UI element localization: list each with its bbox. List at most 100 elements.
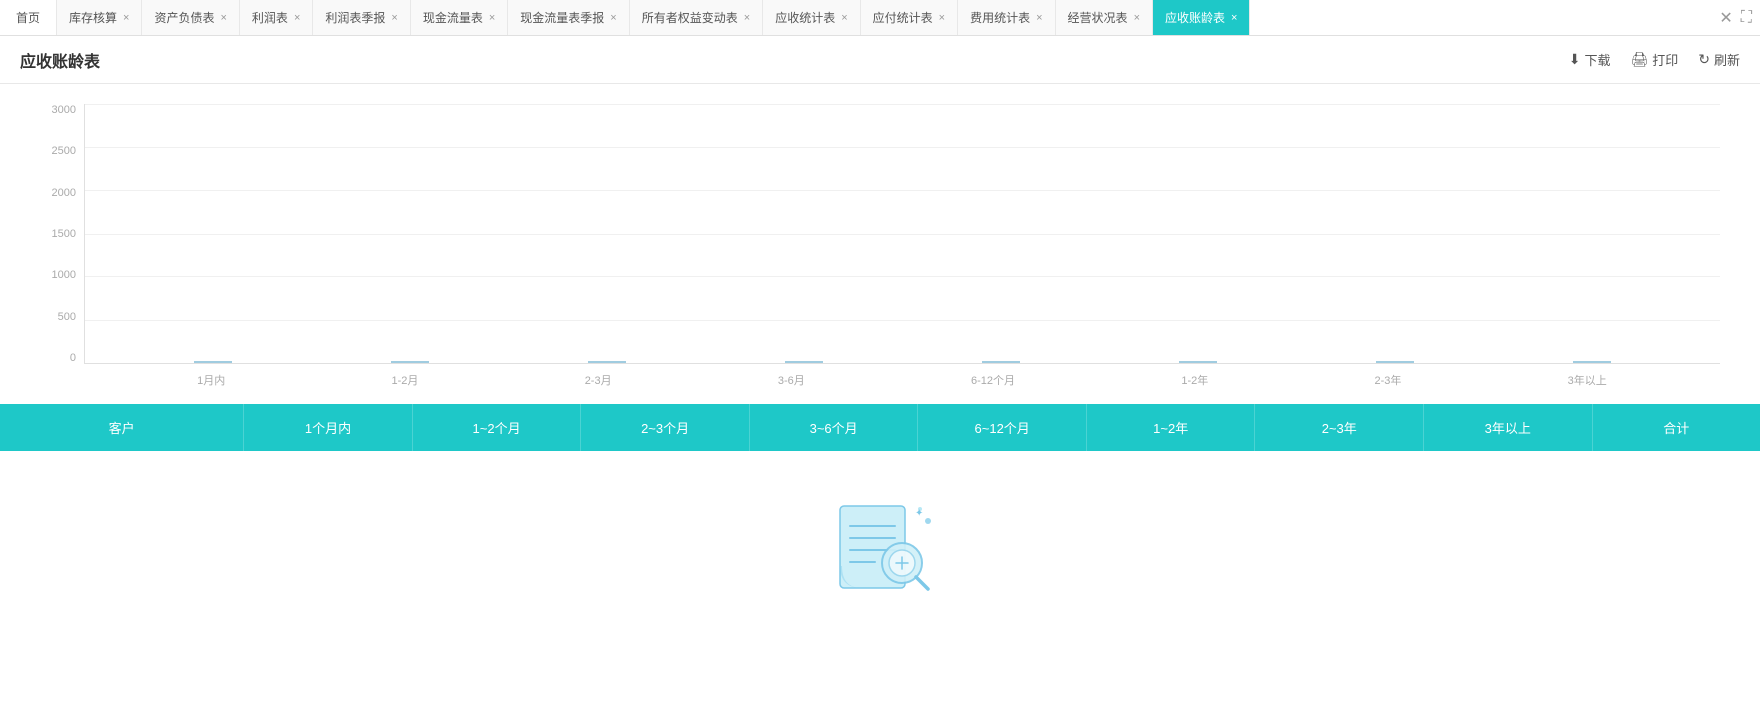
grid-line-3 <box>85 234 1720 235</box>
tab-profit-label: 利润表 <box>252 9 288 26</box>
y-label-0: 0 <box>40 352 76 364</box>
tab-profit[interactable]: 利润表 × <box>240 0 313 36</box>
bar-group-6 <box>1179 361 1217 363</box>
chart-body <box>84 104 1720 364</box>
x-label-5: 6-12个月 <box>971 372 1015 388</box>
tab-ar-aging[interactable]: 应收账龄表 × <box>1153 0 1250 36</box>
print-icon: 🖨 <box>1630 51 1648 68</box>
x-label-6: 1-2年 <box>1181 372 1208 388</box>
bar-1 <box>194 361 232 363</box>
tab-ap-stat[interactable]: 应付统计表 × <box>861 0 958 36</box>
bar-2 <box>391 361 429 363</box>
y-label-3000: 3000 <box>40 104 76 116</box>
x-label-8: 3年以上 <box>1568 372 1607 388</box>
tab-inventory[interactable]: 库存核算 × <box>57 0 142 36</box>
tab-ap-stat-label: 应付统计表 <box>873 9 933 26</box>
refresh-icon: ↻ <box>1698 51 1710 68</box>
tab-inventory-label: 库存核算 <box>69 9 117 26</box>
tab-cashflow-label: 现金流量表 <box>423 9 483 26</box>
main-content: 0 500 1000 1500 2000 2500 3000 <box>0 84 1760 720</box>
col-header-3y-plus: 3年以上 <box>1424 404 1593 451</box>
tab-equity-label: 所有者权益变动表 <box>642 9 738 26</box>
y-label-500: 500 <box>40 311 76 323</box>
tab-cashflow-quarterly-close[interactable]: × <box>610 12 616 24</box>
tab-equity-close[interactable]: × <box>744 12 750 24</box>
col-header-3-6m: 3~6个月 <box>750 404 919 451</box>
tab-ar-stat[interactable]: 应收统计表 × <box>763 0 860 36</box>
tab-home-label: 首页 <box>16 9 40 26</box>
chart-area: 0 500 1000 1500 2000 2500 3000 <box>0 84 1760 404</box>
bar-group-8 <box>1573 361 1611 363</box>
refresh-label: 刷新 <box>1714 50 1740 69</box>
download-button[interactable]: ⬇ 下载 <box>1569 50 1611 69</box>
tab-cashflow[interactable]: 现金流量表 × <box>411 0 508 36</box>
tab-profit-close[interactable]: × <box>294 12 300 24</box>
x-label-3: 2-3月 <box>585 372 612 388</box>
tab-expense-stat-close[interactable]: × <box>1036 12 1042 24</box>
refresh-button[interactable]: ↻ 刷新 <box>1698 50 1740 69</box>
download-label: 下载 <box>1584 50 1610 69</box>
tab-balance[interactable]: 资产负债表 × <box>142 0 239 36</box>
print-button[interactable]: 🖨 打印 <box>1630 50 1678 69</box>
tab-balance-close[interactable]: × <box>220 12 226 24</box>
bar-5 <box>982 361 1020 363</box>
y-label-2000: 2000 <box>40 187 76 199</box>
grid-line-5 <box>85 320 1720 321</box>
empty-state: ✦ <box>0 451 1760 621</box>
grid-line-top <box>85 104 1720 105</box>
page-title: 应收账龄表 <box>20 48 100 72</box>
print-label: 打印 <box>1652 50 1678 69</box>
col-header-2-3m: 2~3个月 <box>581 404 750 451</box>
x-label-4: 3-6月 <box>778 372 805 388</box>
tab-profit-quarterly-label: 利润表季报 <box>325 9 385 26</box>
col-header-total: 合计 <box>1593 404 1760 451</box>
y-label-1000: 1000 <box>40 269 76 281</box>
tab-home[interactable]: 首页 <box>0 0 57 36</box>
tab-bar: 首页 库存核算 × 资产负债表 × 利润表 × 利润表季报 × 现金流量表 × … <box>0 0 1760 36</box>
window-close-icon[interactable]: ✕ <box>1719 8 1732 28</box>
table-header: 客户 1个月内 1~2个月 2~3个月 3~6个月 6~12个月 1~2年 2~… <box>0 404 1760 451</box>
y-label-1500: 1500 <box>40 228 76 240</box>
tab-cashflow-quarterly-label: 现金流量表季报 <box>520 9 604 26</box>
col-header-customer: 客户 <box>0 404 244 451</box>
tab-ap-stat-close[interactable]: × <box>939 12 945 24</box>
tab-cashflow-quarterly[interactable]: 现金流量表季报 × <box>508 0 629 36</box>
bar-4 <box>785 361 823 363</box>
x-label-2: 1-2月 <box>392 372 419 388</box>
tab-ar-aging-label: 应收账龄表 <box>1165 9 1225 26</box>
bar-group-2 <box>391 361 429 363</box>
tab-operation[interactable]: 经营状况表 × <box>1056 0 1153 36</box>
x-axis-labels: 1月内 1-2月 2-3月 3-6月 6-12个月 1-2年 2-3年 3年以上 <box>84 366 1720 394</box>
bar-6 <box>1179 361 1217 363</box>
download-icon: ⬇ <box>1569 51 1581 68</box>
tab-expense-stat-label: 费用统计表 <box>970 9 1030 26</box>
tab-ar-aging-close[interactable]: × <box>1231 12 1237 24</box>
tab-cashflow-close[interactable]: × <box>489 12 495 24</box>
tab-expense-stat[interactable]: 费用统计表 × <box>958 0 1055 36</box>
tab-inventory-close[interactable]: × <box>123 12 129 24</box>
tab-operation-close[interactable]: × <box>1134 12 1140 24</box>
window-maximize-icon[interactable]: ⛶ <box>1741 9 1752 27</box>
tab-balance-label: 资产负债表 <box>154 9 214 26</box>
bar-chart-container: 0 500 1000 1500 2000 2500 3000 <box>40 104 1720 394</box>
y-label-2500: 2500 <box>40 145 76 157</box>
col-header-1-2y: 1~2年 <box>1087 404 1256 451</box>
bar-7 <box>1376 361 1414 363</box>
tab-equity[interactable]: 所有者权益变动表 × <box>630 0 763 36</box>
bar-8 <box>1573 361 1611 363</box>
tab-bar-actions: ✕ ⛶ <box>1711 8 1760 28</box>
bar-group-5 <box>982 361 1020 363</box>
col-header-6-12m: 6~12个月 <box>918 404 1087 451</box>
tab-ar-stat-close[interactable]: × <box>841 12 847 24</box>
col-header-1m: 1个月内 <box>244 404 413 451</box>
tab-profit-quarterly-close[interactable]: × <box>391 12 397 24</box>
grid-line-2 <box>85 190 1720 191</box>
x-label-1: 1月内 <box>197 372 225 388</box>
page-header: 应收账龄表 ⬇ 下载 🖨 打印 ↻ 刷新 <box>0 36 1760 84</box>
grid-line-1 <box>85 147 1720 148</box>
empty-state-icon: ✦ <box>820 491 940 601</box>
col-header-2-3y: 2~3年 <box>1255 404 1424 451</box>
y-axis: 0 500 1000 1500 2000 2500 3000 <box>40 104 82 364</box>
tab-profit-quarterly[interactable]: 利润表季报 × <box>313 0 410 36</box>
bar-3 <box>588 361 626 363</box>
